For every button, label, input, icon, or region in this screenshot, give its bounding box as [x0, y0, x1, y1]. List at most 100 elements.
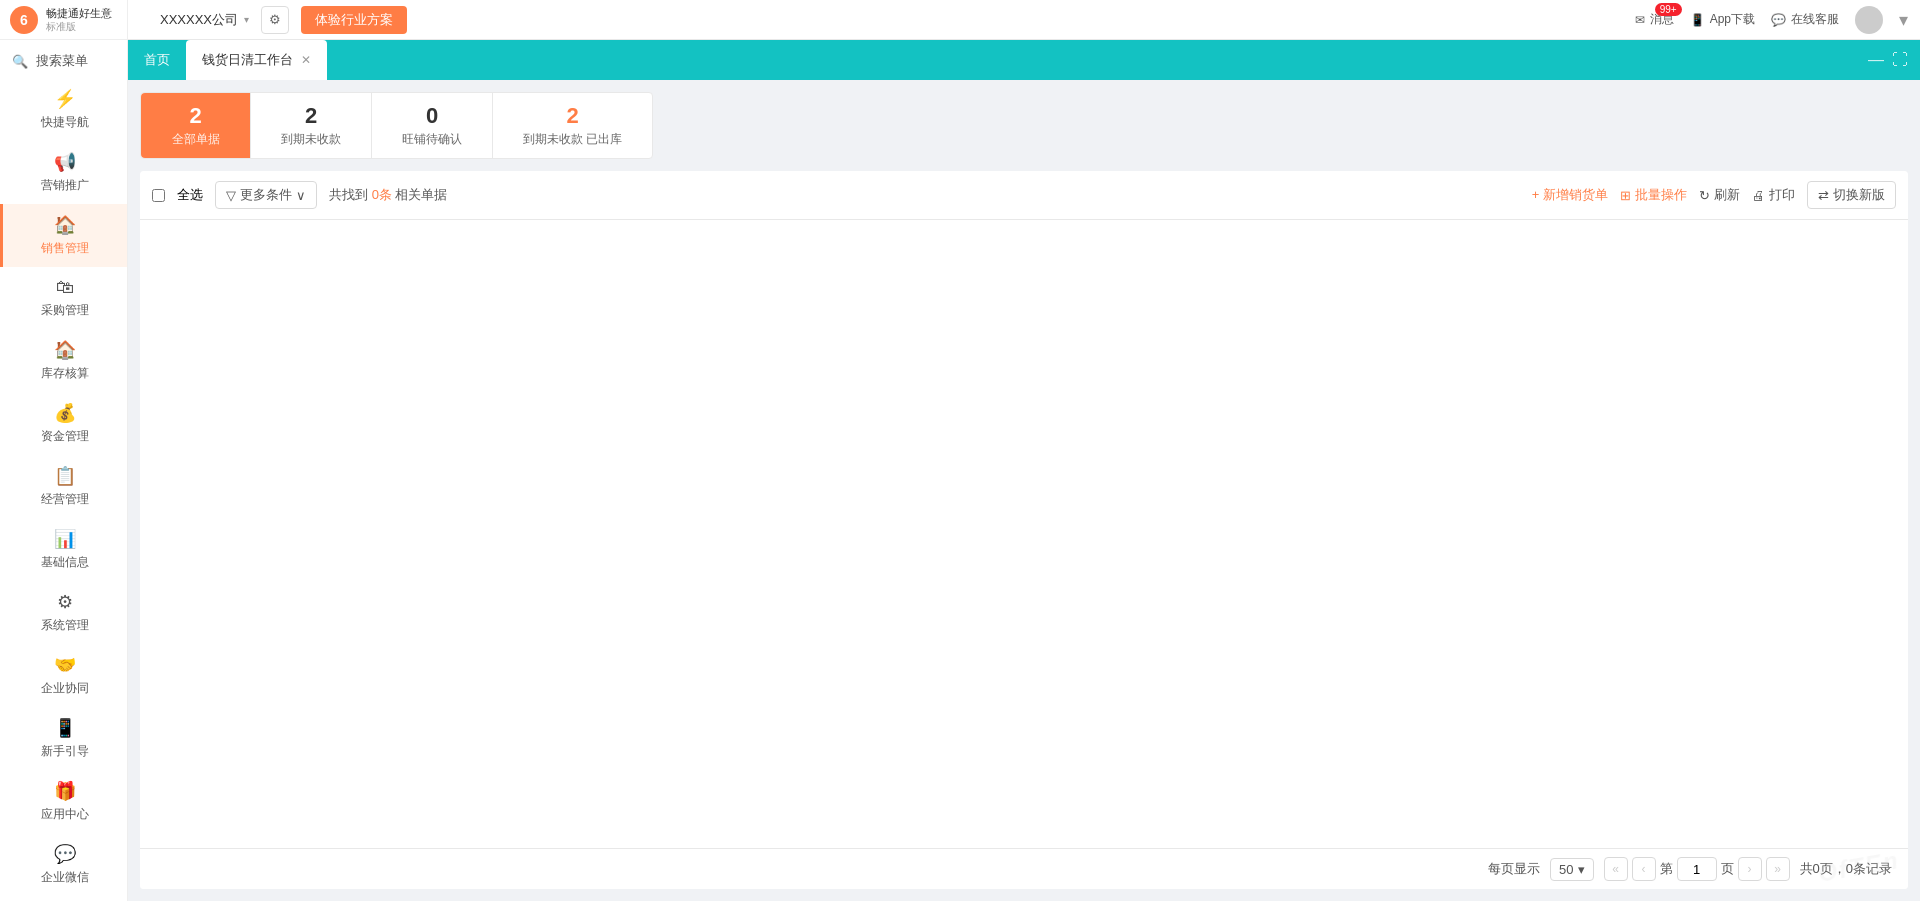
sidebar-icon-marketing: 📢 [54, 151, 76, 173]
last-page-icon: » [1774, 862, 1781, 876]
sidebar-header: 6 畅捷通好生意 标准版 [0, 0, 127, 40]
refresh-button[interactable]: ↻ 刷新 [1699, 186, 1740, 204]
tab-home[interactable]: 首页 [128, 40, 186, 80]
trial-button[interactable]: 体验行业方案 [301, 6, 407, 34]
sidebar-search[interactable]: 🔍 搜索菜单 [0, 44, 127, 78]
company-name: XXXXXX公司 [160, 11, 238, 29]
page-label: 第 [1660, 860, 1673, 878]
sidebar-item-purchase[interactable]: 🛍 采购管理 [0, 267, 127, 329]
filter-chevron-icon: ∨ [296, 188, 306, 203]
stat-label-shipped: 到期未收款 已出库 [523, 131, 622, 148]
table-container: 全选 ▽ 更多条件 ∨ 共找到 0条 相关单据 + 新增销货单 ⊞ [140, 171, 1908, 889]
stat-label-all: 全部单据 [172, 131, 220, 148]
sidebar-item-cooperation[interactable]: 🤝 企业协同 [0, 644, 127, 707]
stat-tabs: 2 全部单据 2 到期未收款 0 旺铺待确认 2 到期未收款 已出库 [140, 92, 653, 159]
stat-tab-all[interactable]: 2 全部单据 [141, 93, 251, 158]
toolbar-right: + 新增销货单 ⊞ 批量操作 ↻ 刷新 🖨 打印 ⇄ [1532, 181, 1896, 209]
stat-num-all: 2 [189, 103, 201, 129]
sidebar-icon-operations: 📋 [54, 465, 76, 487]
logo-text: 畅捷通好生意 标准版 [46, 6, 112, 33]
logo-icon: 6 [10, 6, 38, 34]
page-label-end: 页 [1721, 860, 1734, 878]
stat-num-pending: 0 [426, 103, 438, 129]
sidebar-icon-purchase: 🛍 [56, 277, 74, 298]
sidebar-label-sales: 销售管理 [41, 240, 89, 257]
tab-bar-actions: — ⛶ [1868, 51, 1920, 69]
sidebar-icon-cooperation: 🤝 [54, 654, 76, 676]
sidebar-item-marketing[interactable]: 📢 营销推广 [0, 141, 127, 204]
switch-version-button[interactable]: ⇄ 切换新版 [1807, 181, 1896, 209]
sidebar-label-guide: 新手引导 [41, 743, 89, 760]
print-button[interactable]: 🖨 打印 [1752, 186, 1795, 204]
avatar[interactable] [1855, 6, 1883, 34]
select-all-checkbox[interactable] [152, 189, 165, 202]
sidebar-item-app-center[interactable]: 🎁 应用中心 [0, 770, 127, 833]
sidebar-label-basic-info: 基础信息 [41, 554, 89, 571]
batch-ops-button[interactable]: ⊞ 批量操作 [1620, 186, 1687, 204]
sidebar-item-member[interactable]: ◇ 畅会员 [0, 896, 127, 901]
page-size-chevron: ▾ [1578, 862, 1585, 877]
user-menu-arrow[interactable]: ▾ [1899, 9, 1908, 31]
filter-button[interactable]: ▽ 更多条件 ∨ [215, 181, 317, 209]
tab-close-icon[interactable]: ✕ [301, 53, 311, 67]
sidebar-item-system[interactable]: ⚙ 系统管理 [0, 581, 127, 644]
online-support-button[interactable]: 💬 在线客服 [1771, 11, 1839, 28]
sidebar-item-sales[interactable]: 🏠 销售管理 [0, 204, 127, 267]
sidebar-item-quick-nav[interactable]: ⚡ 快捷导航 [0, 78, 127, 141]
support-icon: 💬 [1771, 13, 1786, 27]
page-size-selector[interactable]: 50 ▾ [1550, 858, 1593, 881]
sidebar-icon-app-center: 🎁 [54, 780, 76, 802]
prev-page-icon: ‹ [1642, 862, 1646, 876]
sidebar-label-wechat: 企业微信 [41, 869, 89, 886]
next-page-button[interactable]: › [1738, 857, 1762, 881]
gear-icon: ⚙ [269, 12, 281, 27]
found-count: 0条 [372, 187, 392, 202]
refresh-icon: ↻ [1699, 188, 1710, 203]
sidebar: 6 畅捷通好生意 标准版 🔍 搜索菜单 ⚡ 快捷导航 📢 营销推广 🏠 销售管理… [0, 0, 128, 901]
stat-tab-pending[interactable]: 0 旺铺待确认 [372, 93, 493, 158]
header-center: XXXXXX公司 ▾ ⚙ 体验行业方案 [140, 6, 1635, 34]
add-sale-button[interactable]: + 新增销货单 [1532, 186, 1608, 204]
sidebar-label-inventory: 库存核算 [41, 365, 89, 382]
sidebar-item-operations[interactable]: 📋 经营管理 [0, 455, 127, 518]
filter-icon: ▽ [226, 188, 236, 203]
sidebar-item-guide[interactable]: 📱 新手引导 [0, 707, 127, 770]
download-icon: 📱 [1690, 13, 1705, 27]
toolbar-left: 全选 ▽ 更多条件 ∨ 共找到 0条 相关单据 [152, 181, 1520, 209]
sidebar-label-system: 系统管理 [41, 617, 89, 634]
tab-minimize-icon[interactable]: — [1868, 51, 1884, 69]
search-icon: 🔍 [12, 54, 28, 69]
sidebar-nav: 🔍 搜索菜单 ⚡ 快捷导航 📢 营销推广 🏠 销售管理 🛍 采购管理 🏠 库存核… [0, 40, 127, 901]
messages-badge: 99+ [1655, 3, 1682, 16]
sidebar-item-wechat[interactable]: 💬 企业微信 [0, 833, 127, 896]
main-content: 2 全部单据 2 到期未收款 0 旺铺待确认 2 到期未收款 已出库 [128, 80, 1920, 901]
sidebar-icon-wechat: 💬 [54, 843, 76, 865]
next-page-icon: › [1748, 862, 1752, 876]
sidebar-label-marketing: 营销推广 [41, 177, 89, 194]
first-page-icon: « [1612, 862, 1619, 876]
tab-maximize-icon[interactable]: ⛶ [1892, 51, 1908, 69]
pagination-bar: 每页显示 50 ▾ « ‹ 第 页 › [140, 848, 1908, 889]
table-body [140, 220, 1908, 848]
tab-workbench[interactable]: 钱货日清工作台 ✕ [186, 40, 327, 80]
stat-tab-shipped[interactable]: 2 到期未收款 已出库 [493, 93, 652, 158]
company-selector[interactable]: XXXXXX公司 ▾ [160, 11, 249, 29]
app-download-button[interactable]: 📱 App下载 [1690, 11, 1755, 28]
first-page-button[interactable]: « [1604, 857, 1628, 881]
messages-button[interactable]: ✉ 消息 99+ [1635, 11, 1674, 28]
content-area: 2 全部单据 2 到期未收款 0 旺铺待确认 2 到期未收款 已出库 [128, 80, 1920, 901]
sidebar-icon-guide: 📱 [54, 717, 76, 739]
prev-page-button[interactable]: ‹ [1632, 857, 1656, 881]
tab-bar: 首页 钱货日清工作台 ✕ — ⛶ [128, 40, 1920, 80]
sidebar-label-app-center: 应用中心 [41, 806, 89, 823]
sidebar-label-quick-nav: 快捷导航 [41, 114, 89, 131]
last-page-button[interactable]: » [1766, 857, 1790, 881]
sidebar-item-basic-info[interactable]: 📊 基础信息 [0, 518, 127, 581]
stat-tab-overdue[interactable]: 2 到期未收款 [251, 93, 372, 158]
sidebar-item-inventory[interactable]: 🏠 库存核算 [0, 329, 127, 392]
print-icon: 🖨 [1752, 188, 1765, 203]
total-text: 共0页，0条记录 [1800, 860, 1892, 878]
settings-button[interactable]: ⚙ [261, 6, 289, 34]
page-input[interactable] [1677, 857, 1717, 881]
sidebar-item-finance[interactable]: 💰 资金管理 [0, 392, 127, 455]
